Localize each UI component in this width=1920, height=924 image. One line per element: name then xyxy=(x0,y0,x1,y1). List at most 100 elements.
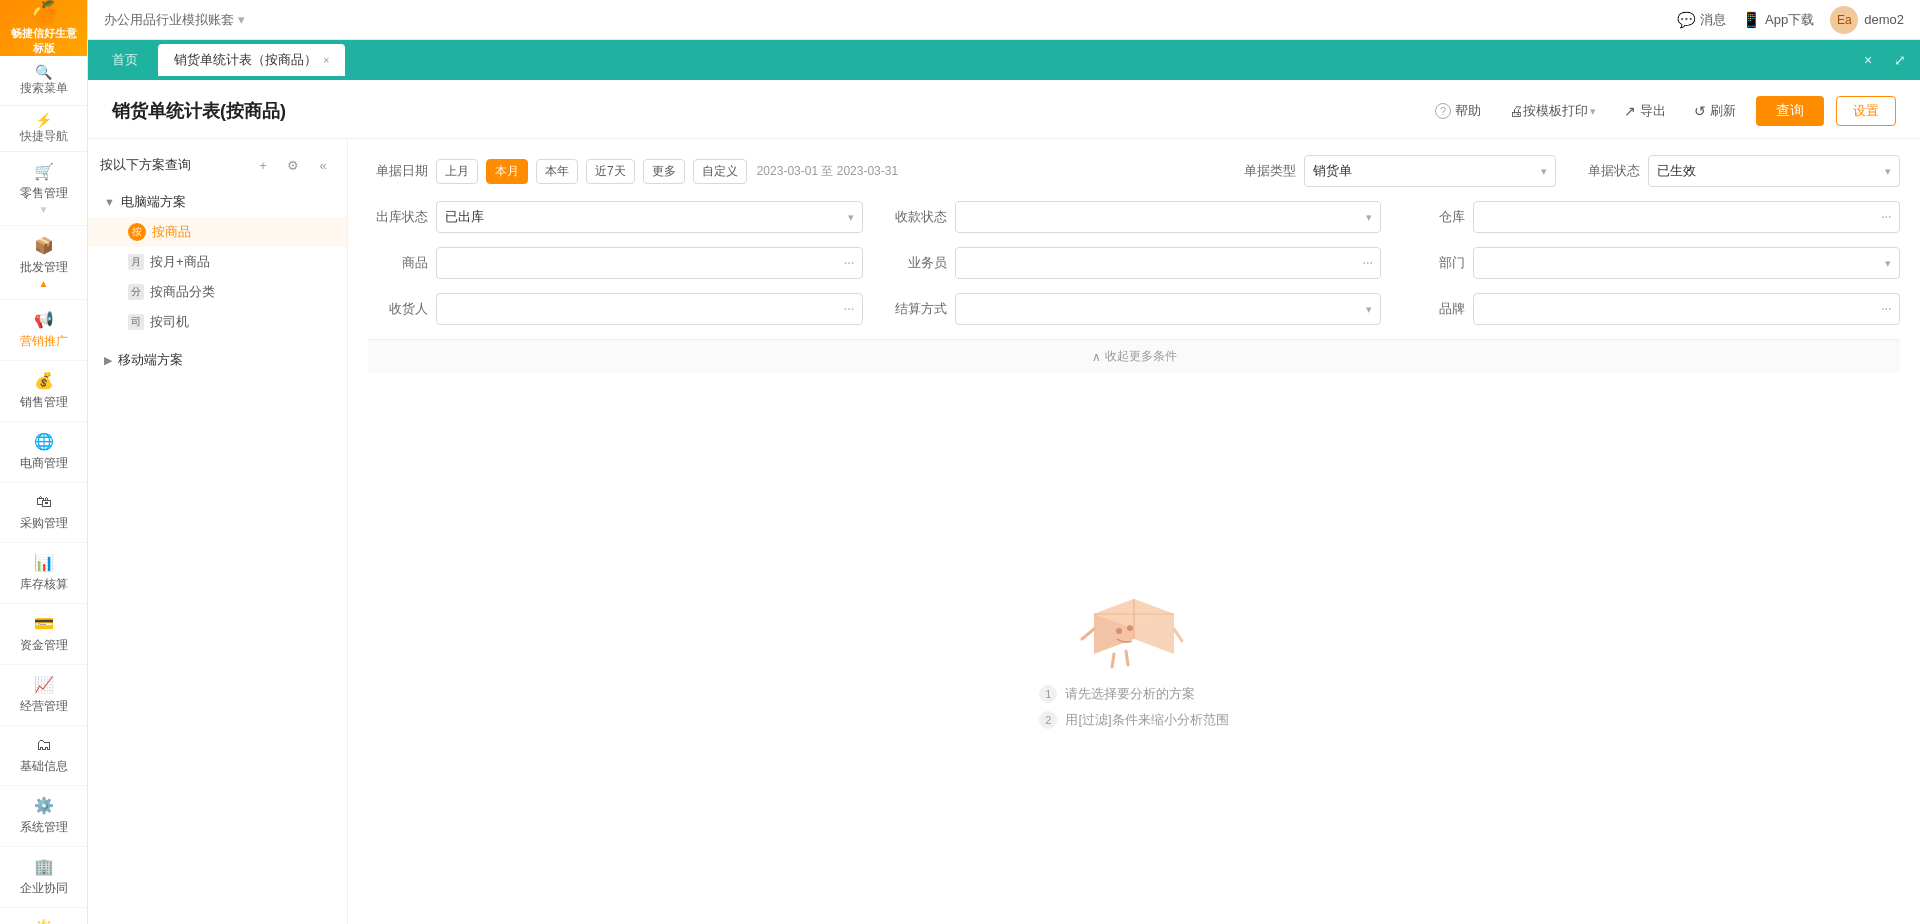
tree-item-by-product[interactable]: 按 按商品 xyxy=(88,217,347,247)
bill-type-select[interactable]: 销货单 ▾ xyxy=(1304,155,1556,187)
out-status-dropdown-icon: ▾ xyxy=(848,211,854,224)
svg-line-10 xyxy=(1174,629,1182,641)
tab-close-icon[interactable]: × xyxy=(323,54,329,66)
page-title: 销货单统计表(按商品) xyxy=(112,99,1427,123)
filter-field-receipt-status: 收款状态 ▾ xyxy=(887,201,1382,233)
enterprise-icon: 🏢 xyxy=(34,857,54,876)
tab-report[interactable]: 销货单统计表（按商品） × xyxy=(158,44,345,76)
tab-maximize-button[interactable]: ⤢ xyxy=(1888,48,1912,72)
empty-tips: 1 请先选择要分析的方案 2 用[过滤]条件来缩小分析范围 xyxy=(1039,685,1228,729)
tab-home[interactable]: 首页 xyxy=(96,44,154,76)
receipt-status-label: 收款状态 xyxy=(887,208,947,226)
receiver-input[interactable]: ··· xyxy=(436,293,863,325)
department-label: 部门 xyxy=(1405,254,1465,272)
sidebar-search[interactable]: 🔍 搜索菜单 xyxy=(0,56,87,106)
receiver-label: 收货人 xyxy=(368,300,428,318)
bill-status-select[interactable]: 已生效 ▾ xyxy=(1648,155,1900,187)
main-content: 办公用品行业模拟账套 ▾ 💬 消息 📱 App下载 Ea demo2 首页 xyxy=(88,0,1920,924)
date-btn-last-month[interactable]: 上月 xyxy=(436,159,478,184)
settlement-dropdown-icon: ▾ xyxy=(1366,303,1372,316)
export-button[interactable]: ↗ 导出 xyxy=(1616,98,1674,124)
collapse-panel-button[interactable]: « xyxy=(311,153,335,177)
empty-tip-2: 2 用[过滤]条件来缩小分析范围 xyxy=(1039,711,1228,729)
app-subtitle: 标版 xyxy=(33,41,55,56)
tree-item-icon-3: 司 xyxy=(128,314,144,330)
date-btn-7days[interactable]: 近7天 xyxy=(586,159,635,184)
receipt-status-select[interactable]: ▾ xyxy=(955,201,1382,233)
filter-field-brand: 品牌 ··· xyxy=(1405,293,1900,325)
tree-item-icon-1: 月 xyxy=(128,254,144,270)
tab-close-all-button[interactable]: × xyxy=(1856,48,1880,72)
add-scheme-button[interactable]: + xyxy=(251,153,275,177)
product-input[interactable]: ··· xyxy=(436,247,863,279)
out-status-label: 出库状态 xyxy=(368,208,428,226)
help-button[interactable]: ? 帮助 xyxy=(1427,98,1489,124)
content-panels: 按以下方案查询 + ⚙ « ▼ 电脑端方案 按 按商品 xyxy=(88,139,1920,924)
date-btn-this-month[interactable]: 本月 xyxy=(486,159,528,184)
tree-group-pc[interactable]: ▼ 电脑端方案 xyxy=(88,187,347,217)
user-avatar-button[interactable]: Ea demo2 xyxy=(1830,6,1904,34)
tree-group-mobile[interactable]: ▶ 移动端方案 xyxy=(88,345,347,375)
out-status-value: 已出库 xyxy=(445,208,848,226)
collapse-filter-button[interactable]: ∧ 收起更多条件 xyxy=(368,339,1900,373)
tree-item-by-driver[interactable]: 司 按司机 xyxy=(88,307,347,337)
app-logo[interactable]: 🍊 畅捷信好生意 标版 xyxy=(0,0,88,56)
bill-type-value: 销货单 xyxy=(1313,162,1541,180)
sidebar-item-finance[interactable]: 💳 资金管理 xyxy=(0,604,87,665)
tree-item-by-category[interactable]: 分 按商品分类 xyxy=(88,277,347,307)
filter-field-date: 单据日期 上月 本月 本年 近7天 更多 自定义 xyxy=(368,159,1212,184)
bill-type-dropdown-icon: ▾ xyxy=(1541,165,1547,178)
svg-line-7 xyxy=(1112,654,1114,667)
system-icon: ⚙️ xyxy=(34,796,54,815)
department-dropdown-icon: ▾ xyxy=(1885,257,1891,270)
sidebar-item-basic[interactable]: 🗂 基础信息 xyxy=(0,726,87,786)
settlement-select[interactable]: ▾ xyxy=(955,293,1382,325)
brand-input[interactable]: ··· xyxy=(1473,293,1900,325)
refresh-button[interactable]: ↺ 刷新 xyxy=(1686,98,1744,124)
template-print-dropdown-icon[interactable]: ▾ xyxy=(1590,105,1596,118)
message-button[interactable]: 💬 消息 xyxy=(1677,11,1726,29)
topbar-right: 💬 消息 📱 App下载 Ea demo2 xyxy=(1677,6,1904,34)
query-button[interactable]: 查询 xyxy=(1756,96,1824,126)
right-panel: 单据日期 上月 本月 本年 近7天 更多 自定义 xyxy=(348,139,1920,924)
product-label: 商品 xyxy=(368,254,428,272)
sidebar-quick-nav[interactable]: ⚡ 快捷导航 xyxy=(0,106,87,152)
filter-field-warehouse: 仓库 ··· xyxy=(1405,201,1900,233)
tree-item-by-month-product[interactable]: 月 按月+商品 xyxy=(88,247,347,277)
salesperson-input[interactable]: ··· xyxy=(955,247,1382,279)
sidebar-item-purchase[interactable]: 🛍 采购管理 xyxy=(0,483,87,543)
sidebar-item-system[interactable]: ⚙️ 系统管理 xyxy=(0,786,87,847)
date-btn-more[interactable]: 更多 xyxy=(643,159,685,184)
bill-status-value: 已生效 xyxy=(1657,162,1885,180)
refresh-icon: ↺ xyxy=(1694,103,1706,119)
date-btn-this-year[interactable]: 本年 xyxy=(536,159,578,184)
filter-field-salesperson: 业务员 ··· xyxy=(887,247,1382,279)
sidebar-item-operations[interactable]: 📈 经营管理 xyxy=(0,665,87,726)
svg-line-9 xyxy=(1082,629,1094,639)
sidebar-item-enterprise[interactable]: 🏢 企业协同 xyxy=(0,847,87,908)
filter-form: 单据日期 上月 本月 本年 近7天 更多 自定义 xyxy=(348,139,1920,373)
date-btn-custom[interactable]: 自定义 xyxy=(693,159,747,184)
svg-point-6 xyxy=(1127,625,1133,631)
template-print-button[interactable]: 🖨 按模板打印 ▾ xyxy=(1501,98,1604,124)
sidebar-item-guide[interactable]: 🌟 新手引导 xyxy=(0,908,87,924)
app-download-button[interactable]: 📱 App下载 xyxy=(1742,11,1814,29)
settings-scheme-button[interactable]: ⚙ xyxy=(281,153,305,177)
department-select[interactable]: ▾ xyxy=(1473,247,1900,279)
out-status-select[interactable]: 已出库 ▾ xyxy=(436,201,863,233)
export-icon: ↗ xyxy=(1624,103,1636,119)
print-icon: 🖨 xyxy=(1509,103,1523,119)
sidebar-item-marketing[interactable]: 📢 营销推广 xyxy=(0,300,87,361)
settings-button[interactable]: 设置 xyxy=(1836,96,1896,126)
tree-item-active-icon: 按 xyxy=(128,223,146,241)
empty-state: 1 请先选择要分析的方案 2 用[过滤]条件来缩小分析范围 xyxy=(348,373,1920,924)
sidebar-item-retail[interactable]: 🛒 零售管理 ▼ xyxy=(0,152,87,226)
bill-status-dropdown-icon: ▾ xyxy=(1885,165,1891,178)
sidebar-item-sales[interactable]: 💰 销售管理 xyxy=(0,361,87,422)
sidebar-item-wholesale[interactable]: 📦 批发管理 ▲ xyxy=(0,226,87,300)
sidebar-item-ecommerce[interactable]: 🌐 电商管理 xyxy=(0,422,87,483)
message-icon: 💬 xyxy=(1677,11,1696,29)
warehouse-input[interactable]: ··· xyxy=(1473,201,1900,233)
sidebar-item-inventory[interactable]: 📊 库存核算 xyxy=(0,543,87,604)
filter-row-3: 商品 ··· 业务员 ··· xyxy=(368,247,1900,279)
